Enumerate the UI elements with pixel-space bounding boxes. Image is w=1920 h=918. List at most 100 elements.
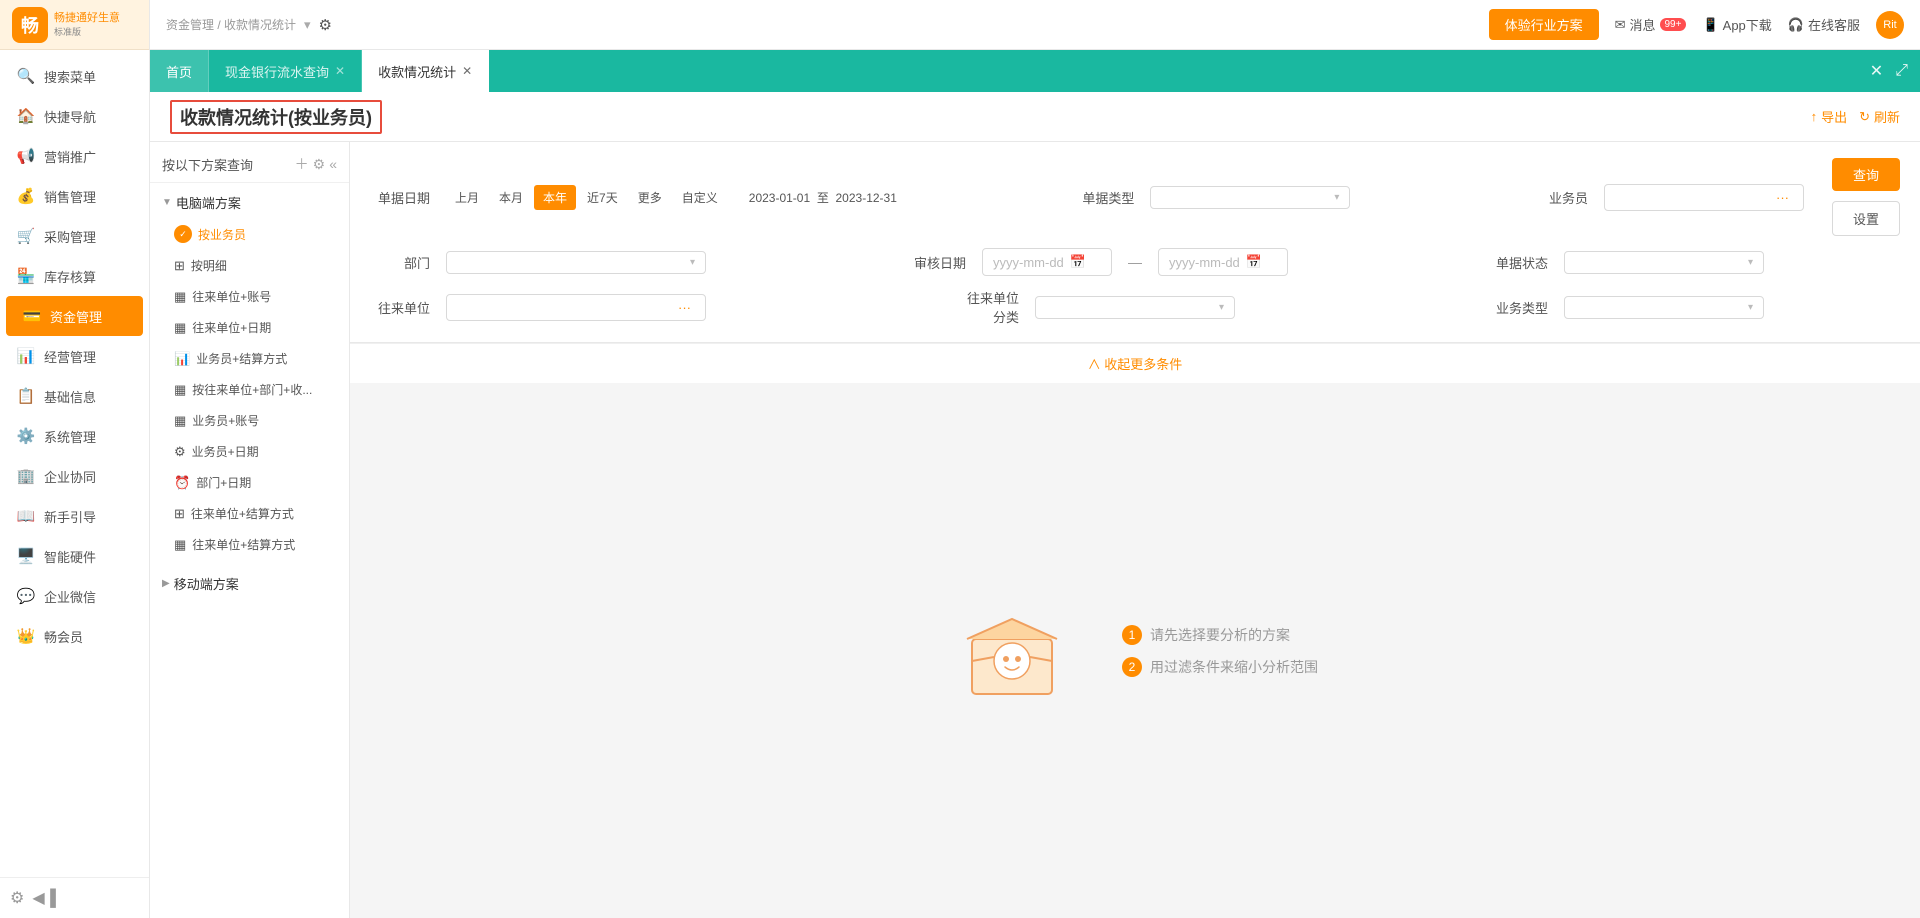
tab-bank-flow[interactable]: 现金银行流水查询 ✕ [209, 50, 362, 92]
scheme-item-label: 往来单位+日期 [192, 319, 271, 336]
sidebar-item-label: 基础信息 [44, 387, 96, 406]
scheme-item-by-salesman[interactable]: ✓ 按业务员 [150, 218, 349, 250]
collapse-sidebar-icon[interactable]: ◀▐ [32, 888, 56, 908]
sidebar-item-quick-nav[interactable]: 🏠 快捷导航 [0, 96, 149, 136]
sidebar-item-wechat[interactable]: 💬 企业微信 [0, 576, 149, 616]
marketing-icon: 📢 [16, 146, 36, 166]
collapse-bar[interactable]: ∧ 收起更多条件 [350, 343, 1920, 383]
sidebar-item-guide[interactable]: 📖 新手引导 [0, 496, 149, 536]
scheme-item-label: 业务员+账号 [192, 412, 259, 429]
tab-expand-icon[interactable]: ⤢ [1895, 62, 1908, 80]
message-badge: 99+ [1660, 18, 1687, 31]
doc-type-select[interactable]: ▾ [1150, 186, 1350, 209]
scheme-item-salesman-account[interactable]: ▦ 业务员+账号 [150, 405, 349, 436]
sidebar-item-hardware[interactable]: 🖥️ 智能硬件 [0, 536, 149, 576]
header-left: 资金管理 / 收款情况统计 ▾ ⚙ [166, 16, 332, 34]
scheme-item-partner-settle1[interactable]: ⊞ 往来单位+结算方式 [150, 498, 349, 529]
empty-illustration [952, 589, 1072, 712]
scheme-item-salesman-date[interactable]: ⚙ 业务员+日期 [150, 436, 349, 467]
add-scheme-icon[interactable]: ＋ [295, 154, 309, 174]
sidebar-menu: 🔍 搜索菜单 🏠 快捷导航 📢 营销推广 💰 销售管理 🛒 采购管理 🏪 库存核… [0, 50, 149, 877]
message-icon: ✉ [1615, 17, 1626, 33]
empty-state: 1 请先选择要分析的方案 2 用过滤条件来缩小分析范围 [350, 383, 1920, 918]
tab-close-all-icon[interactable]: ✕ [1870, 61, 1883, 81]
partner-category-select[interactable]: ▾ [1035, 296, 1235, 319]
query-btn[interactable]: 查询 [1832, 158, 1900, 191]
panel-collapse-icon[interactable]: « [329, 156, 337, 172]
trial-btn[interactable]: 体验行业方案 [1489, 9, 1599, 40]
scheme-item-by-detail[interactable]: ⊞ 按明细 [150, 250, 349, 281]
date-tab-more[interactable]: 更多 [629, 185, 671, 210]
date-tab-this-month[interactable]: 本月 [490, 185, 532, 210]
doc-status-select[interactable]: ▾ [1564, 251, 1764, 274]
sidebar-item-label: 畅会员 [44, 627, 83, 646]
review-date-start-input[interactable]: yyyy-mm-dd 📅 [982, 248, 1112, 276]
scheme-item-dept-date[interactable]: ⏰ 部门+日期 [150, 467, 349, 498]
scheme-settings-icon[interactable]: ⚙ [313, 156, 326, 173]
scheme-item-partner-account[interactable]: ▦ 往来单位+账号 [150, 281, 349, 312]
online-service-btn[interactable]: 🎧 在线客服 [1788, 15, 1860, 34]
salesman-select[interactable]: ··· [1604, 184, 1804, 211]
date-tab-this-year[interactable]: 本年 [534, 185, 576, 210]
export-btn[interactable]: ↑ 导出 [1811, 107, 1848, 126]
user-avatar[interactable]: Rit [1876, 11, 1904, 39]
partner-category-label: 往来单位分类 [959, 288, 1019, 326]
purchase-icon: 🛒 [16, 226, 36, 246]
chart-icon: 📊 [174, 351, 190, 367]
scheme-item-label: 按明细 [191, 257, 227, 274]
date-tab-custom[interactable]: 自定义 [673, 185, 727, 210]
sidebar-item-marketing[interactable]: 📢 营销推广 [0, 136, 149, 176]
settings-bottom-icon[interactable]: ⚙ [10, 888, 24, 908]
tab-home[interactable]: 首页 [150, 50, 209, 92]
settings-gear-icon[interactable]: ⚙ [319, 16, 332, 34]
salesman-more-icon[interactable]: ··· [1776, 190, 1789, 205]
tab-bar-actions: ✕ ⤢ [1870, 61, 1920, 81]
sidebar-item-purchase[interactable]: 🛒 采购管理 [0, 216, 149, 256]
app-download-btn[interactable]: 📱 App下载 [1702, 15, 1771, 34]
mobile-scheme-header[interactable]: ▶ 移动端方案 [150, 568, 349, 599]
business-type-select[interactable]: ▾ [1564, 296, 1764, 319]
refresh-btn[interactable]: ↻ 刷新 [1859, 107, 1900, 126]
filter-row-3: 往来单位 ··· 往来单位分类 ▾ 业务类型 ▾ [370, 288, 1900, 326]
refresh-icon: ↻ [1859, 109, 1870, 125]
sidebar-item-system[interactable]: ⚙️ 系统管理 [0, 416, 149, 456]
tab-collection-stats[interactable]: 收款情况统计 ✕ [362, 50, 489, 92]
empty-tip-2: 2 用过滤条件来缩小分析范围 [1122, 657, 1318, 677]
date-end: 2023-12-31 [836, 191, 897, 205]
sidebar-item-warehouse[interactable]: 🏪 库存核算 [0, 256, 149, 296]
sidebar-bottom: ⚙ ◀▐ [0, 877, 149, 918]
empty-tip-1: 1 请先选择要分析的方案 [1122, 625, 1318, 645]
desktop-schemes: ▼ 电脑端方案 ✓ 按业务员 ⊞ 按明细 ▦ 往来单位+账号 ▦ 往来单位 [150, 183, 349, 564]
sidebar-item-funds[interactable]: 💳 资金管理 [6, 296, 143, 336]
tab-bank-flow-close-icon[interactable]: ✕ [335, 64, 345, 78]
scheme-item-partner-dept[interactable]: ▦ 按往来单位+部门+收... [150, 374, 349, 405]
user-name: Rit [1883, 19, 1896, 31]
set-btn[interactable]: 设置 [1832, 201, 1900, 236]
sidebar-item-member[interactable]: 👑 畅会员 [0, 616, 149, 656]
sidebar-item-enterprise[interactable]: 🏢 企业协同 [0, 456, 149, 496]
message-btn[interactable]: ✉ 消息 99+ [1615, 15, 1687, 34]
sidebar-item-sales[interactable]: 💰 销售管理 [0, 176, 149, 216]
refresh-label: 刷新 [1874, 107, 1900, 126]
sidebar-item-search[interactable]: 🔍 搜索菜单 [0, 56, 149, 96]
dept-select[interactable]: ▾ [446, 251, 706, 274]
partner-more-icon[interactable]: ··· [678, 300, 691, 315]
filter-row-2: 部门 ▾ 审核日期 yyyy-mm-dd 📅 — yyyy-mm-dd 📅 [370, 248, 1900, 276]
table4-icon: ▦ [174, 413, 186, 429]
scheme-item-label: 按往来单位+部门+收... [192, 381, 312, 398]
review-date-end-input[interactable]: yyyy-mm-dd 📅 [1158, 248, 1288, 276]
empty-content: 1 请先选择要分析的方案 2 用过滤条件来缩小分析范围 [952, 589, 1318, 712]
operations-icon: 📊 [16, 346, 36, 366]
scheme-item-salesman-settle[interactable]: 📊 业务员+结算方式 [150, 343, 349, 374]
app-download-label: App下载 [1723, 15, 1772, 34]
scheme-item-partner-settle2[interactable]: ▦ 往来单位+结算方式 [150, 529, 349, 560]
sidebar-item-basics[interactable]: 📋 基础信息 [0, 376, 149, 416]
sidebar-item-operations[interactable]: 📊 经营管理 [0, 336, 149, 376]
breadcrumb-dropdown-icon[interactable]: ▾ [304, 17, 311, 33]
desktop-scheme-header[interactable]: ▼ 电脑端方案 [150, 187, 349, 218]
date-tab-last-month[interactable]: 上月 [446, 185, 488, 210]
scheme-item-partner-date[interactable]: ▦ 往来单位+日期 [150, 312, 349, 343]
date-tab-last-7[interactable]: 近7天 [578, 185, 627, 210]
partner-select[interactable]: ··· [446, 294, 706, 321]
tab-collection-stats-close-icon[interactable]: ✕ [462, 64, 472, 78]
